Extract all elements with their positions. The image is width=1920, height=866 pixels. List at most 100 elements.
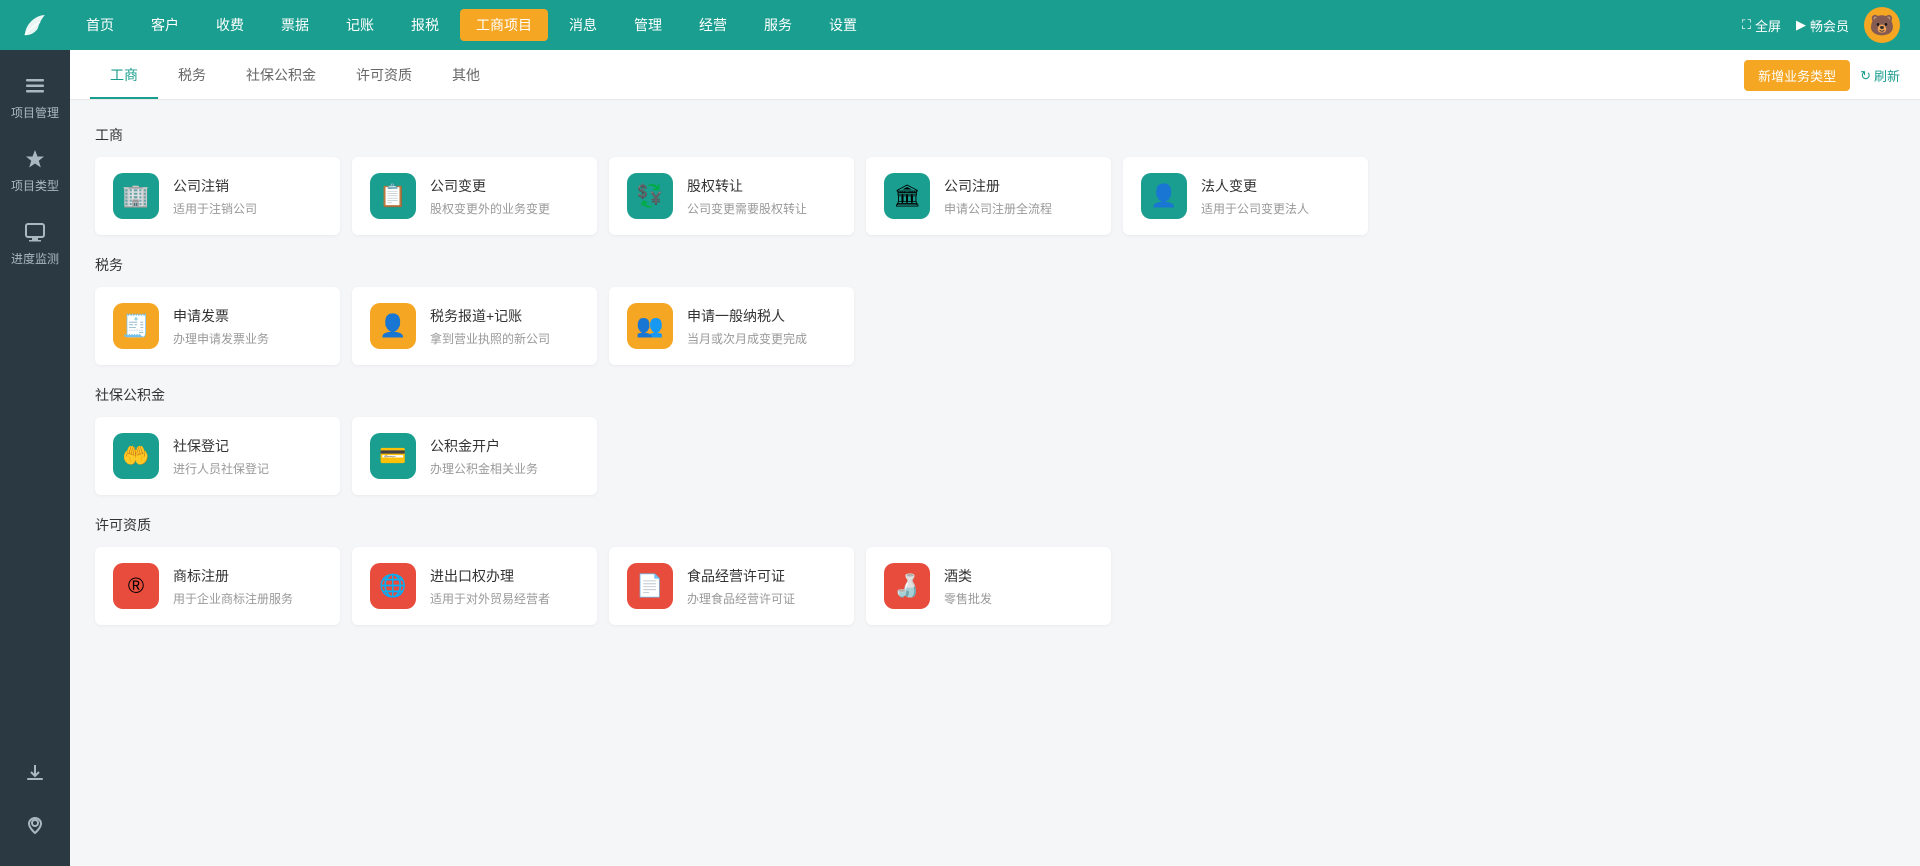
sidebar-item-progress-monitor[interactable]: 进度监测 xyxy=(0,206,70,279)
card-title: 税务报道+记账 xyxy=(430,306,579,326)
nav-item-消息[interactable]: 消息 xyxy=(553,9,613,41)
card-税务报道+记账[interactable]: 👤 税务报道+记账 拿到营业执照的新公司 xyxy=(352,287,597,365)
card-title: 申请发票 xyxy=(173,306,322,326)
cards-grid-税务: 🧾 申请发票 办理申请发票业务 👤 税务报道+记账 拿到营业执照的新公司 👥 申… xyxy=(95,287,1895,365)
tabs-actions: 新增业务类型 ↻ 刷新 xyxy=(1744,60,1900,91)
fullscreen-icon: ⛶ xyxy=(1742,17,1751,33)
content-scroll[interactable]: 工商 🏢 公司注销 适用于注销公司 📋 公司变更 股权变更外的业务变更 💱 股权… xyxy=(70,100,1920,866)
card-desc: 零售批发 xyxy=(944,590,1093,607)
card-股权转让[interactable]: 💱 股权转让 公司变更需要股权转让 xyxy=(609,157,854,235)
top-navigation: 首页客户收费票据记账报税工商项目消息管理经营服务设置 ⛶ 全屏 ▶ 畅会员 🐻 xyxy=(0,0,1920,50)
cards-grid-许可资质: ® 商标注册 用于企业商标注册服务 🌐 进出口权办理 适用于对外贸易经营者 📄 … xyxy=(95,547,1895,625)
star-icon xyxy=(21,145,49,173)
location-icon xyxy=(21,811,49,839)
section-title-社保公积金: 社保公积金 xyxy=(95,385,1895,405)
alcohol-icon: 🍶 xyxy=(884,563,930,609)
sidebar-download[interactable] xyxy=(0,747,70,799)
nav-item-收费[interactable]: 收费 xyxy=(200,9,260,41)
card-商标注册[interactable]: ® 商标注册 用于企业商标注册服务 xyxy=(95,547,340,625)
nav-item-经营[interactable]: 经营 xyxy=(683,9,743,41)
legal-change-icon: 👤 xyxy=(1141,173,1187,219)
card-desc: 进行人员社保登记 xyxy=(173,460,322,477)
card-食品经营许可证[interactable]: 📄 食品经营许可证 办理食品经营许可证 xyxy=(609,547,854,625)
provident-fund-icon: 💳 xyxy=(370,433,416,479)
nav-item-记账[interactable]: 记账 xyxy=(330,9,390,41)
card-desc: 办理食品经营许可证 xyxy=(687,590,836,607)
card-公司变更[interactable]: 📋 公司变更 股权变更外的业务变更 xyxy=(352,157,597,235)
sidebar-item-project-management[interactable]: 项目管理 xyxy=(0,60,70,133)
sidebar-bottom xyxy=(0,747,70,866)
section-title-税务: 税务 xyxy=(95,255,1895,275)
card-酒类[interactable]: 🍶 酒类 零售批发 xyxy=(866,547,1111,625)
nav-item-设置[interactable]: 设置 xyxy=(813,9,873,41)
sidebar: 项目管理 项目类型 进度监测 xyxy=(0,50,70,866)
sidebar-location[interactable] xyxy=(0,799,70,851)
nav-item-首页[interactable]: 首页 xyxy=(70,9,130,41)
card-desc: 公司变更需要股权转让 xyxy=(687,200,836,217)
cards-grid-社保公积金: 🤲 社保登记 进行人员社保登记 💳 公积金开户 办理公积金相关业务 xyxy=(95,417,1895,495)
card-title: 食品经营许可证 xyxy=(687,566,836,586)
trademark-icon: ® xyxy=(113,563,159,609)
fullscreen-button[interactable]: ⛶ 全屏 xyxy=(1742,16,1781,35)
card-title: 股权转让 xyxy=(687,176,836,196)
card-desc: 适用于注销公司 xyxy=(173,200,322,217)
tabs-bar: 工商税务社保公积金许可资质其他 新增业务类型 ↻ 刷新 xyxy=(70,50,1920,100)
user-avatar[interactable]: 🐻 xyxy=(1864,7,1900,43)
company-cancel-icon: 🏢 xyxy=(113,173,159,219)
download-icon xyxy=(21,759,49,787)
tab-工商[interactable]: 工商 xyxy=(90,53,158,99)
card-公司注销[interactable]: 🏢 公司注销 适用于注销公司 xyxy=(95,157,340,235)
nav-item-工商项目[interactable]: 工商项目 xyxy=(460,9,548,41)
monitor-icon xyxy=(21,218,49,246)
equity-transfer-icon: 💱 xyxy=(627,173,673,219)
card-title: 酒类 xyxy=(944,566,1093,586)
card-desc: 拿到营业执照的新公司 xyxy=(430,330,579,347)
card-社保登记[interactable]: 🤲 社保登记 进行人员社保登记 xyxy=(95,417,340,495)
card-desc: 申请公司注册全流程 xyxy=(944,200,1093,217)
nav-item-客户[interactable]: 客户 xyxy=(135,9,195,41)
card-title: 公积金开户 xyxy=(430,436,579,456)
top-nav-right: ⛶ 全屏 ▶ 畅会员 🐻 xyxy=(1742,7,1900,43)
invoice-icon: 🧾 xyxy=(113,303,159,349)
nav-item-报税[interactable]: 报税 xyxy=(395,9,455,41)
content-area: 工商税务社保公积金许可资质其他 新增业务类型 ↻ 刷新 工商 🏢 公司注销 适用… xyxy=(70,50,1920,866)
card-desc: 适用于对外贸易经营者 xyxy=(430,590,579,607)
card-desc: 用于企业商标注册服务 xyxy=(173,590,322,607)
card-申请发票[interactable]: 🧾 申请发票 办理申请发票业务 xyxy=(95,287,340,365)
card-title: 法人变更 xyxy=(1201,176,1350,196)
main-layout: 项目管理 项目类型 进度监测 xyxy=(0,50,1920,866)
tab-许可资质[interactable]: 许可资质 xyxy=(336,53,432,99)
section-title-工商: 工商 xyxy=(95,125,1895,145)
section-title-许可资质: 许可资质 xyxy=(95,515,1895,535)
tab-社保公积金[interactable]: 社保公积金 xyxy=(226,53,336,99)
company-change-icon: 📋 xyxy=(370,173,416,219)
card-法人变更[interactable]: 👤 法人变更 适用于公司变更法人 xyxy=(1123,157,1368,235)
refresh-button[interactable]: ↻ 刷新 xyxy=(1860,66,1900,85)
nav-item-服务[interactable]: 服务 xyxy=(748,9,808,41)
nav-item-管理[interactable]: 管理 xyxy=(618,9,678,41)
card-申请一般纳税人[interactable]: 👥 申请一般纳税人 当月或次月成变更完成 xyxy=(609,287,854,365)
tax-report-icon: 👤 xyxy=(370,303,416,349)
tab-其他[interactable]: 其他 xyxy=(432,53,500,99)
vip-button[interactable]: ▶ 畅会员 xyxy=(1796,16,1849,35)
sidebar-item-project-type[interactable]: 项目类型 xyxy=(0,133,70,206)
card-desc: 办理申请发票业务 xyxy=(173,330,322,347)
nav-item-票据[interactable]: 票据 xyxy=(265,9,325,41)
card-title: 进出口权办理 xyxy=(430,566,579,586)
tab-税务[interactable]: 税务 xyxy=(158,53,226,99)
import-export-icon: 🌐 xyxy=(370,563,416,609)
card-公积金开户[interactable]: 💳 公积金开户 办理公积金相关业务 xyxy=(352,417,597,495)
cards-grid-工商: 🏢 公司注销 适用于注销公司 📋 公司变更 股权变更外的业务变更 💱 股权转让 … xyxy=(95,157,1895,235)
card-desc: 适用于公司变更法人 xyxy=(1201,200,1350,217)
new-type-button[interactable]: 新增业务类型 xyxy=(1744,60,1850,91)
card-desc: 股权变更外的业务变更 xyxy=(430,200,579,217)
card-进出口权办理[interactable]: 🌐 进出口权办理 适用于对外贸易经营者 xyxy=(352,547,597,625)
card-公司注册[interactable]: 🏛 公司注册 申请公司注册全流程 xyxy=(866,157,1111,235)
card-desc: 当月或次月成变更完成 xyxy=(687,330,836,347)
social-security-icon: 🤲 xyxy=(113,433,159,479)
list-icon xyxy=(21,72,49,100)
card-title: 申请一般纳税人 xyxy=(687,306,836,326)
vip-icon: ▶ xyxy=(1796,17,1806,33)
nav-items: 首页客户收费票据记账报税工商项目消息管理经营服务设置 xyxy=(70,9,1742,41)
refresh-icon: ↻ xyxy=(1860,68,1871,84)
